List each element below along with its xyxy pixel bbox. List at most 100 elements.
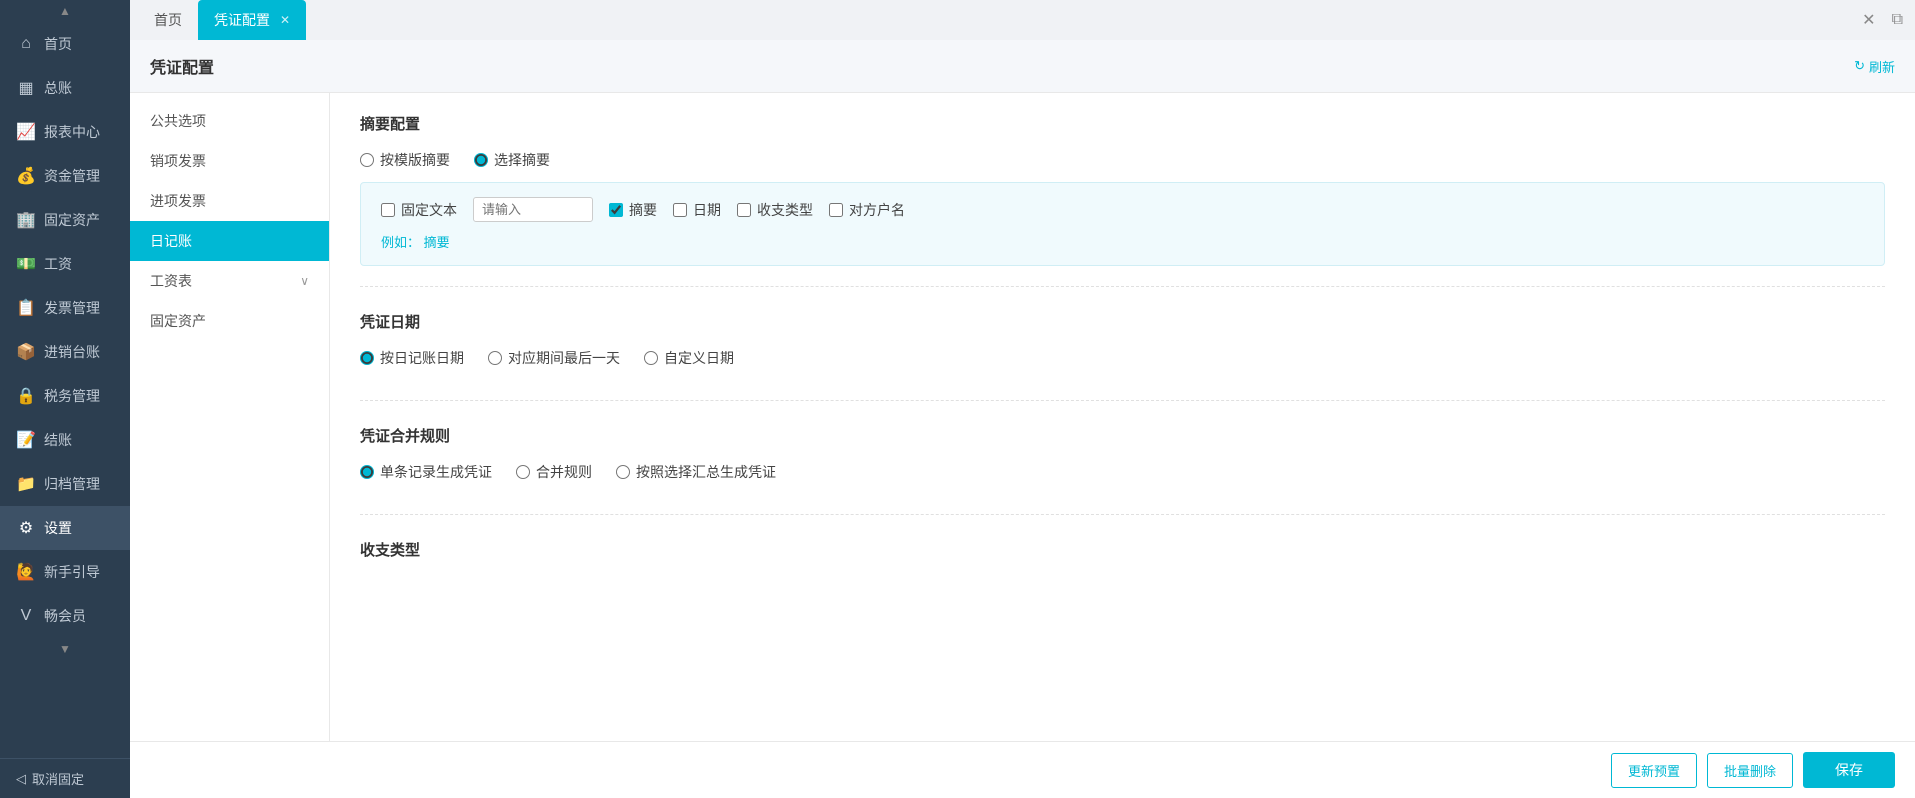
single-record-input[interactable] — [360, 465, 374, 479]
left-nav-journal[interactable]: 日记账 — [130, 221, 329, 261]
tab-close-icon[interactable]: ✕ — [280, 13, 290, 27]
template-abstract-input[interactable] — [360, 153, 374, 167]
batch-delete-button[interactable]: 批量删除 — [1707, 753, 1793, 788]
sidebar-scroll-up[interactable]: ▲ — [0, 0, 130, 22]
sidebar-item-reports[interactable]: 📈 报表中心 — [0, 110, 130, 154]
sidebar-item-label: 首页 — [44, 34, 72, 54]
voucher-date-radio-group: 按日记账日期 对应期间最后一天 自定义日期 — [360, 348, 1885, 368]
sidebar-item-archive[interactable]: 📁 归档管理 — [0, 462, 130, 506]
tab-voucher-config[interactable]: 凭证配置 ✕ — [198, 0, 306, 40]
sidebar-item-purchase-sales[interactable]: 📦 进销台账 — [0, 330, 130, 374]
sidebar-item-invoices[interactable]: 📋 发票管理 — [0, 286, 130, 330]
sidebar-item-label: 畅会员 — [44, 606, 86, 626]
last-day-input[interactable] — [488, 351, 502, 365]
last-day-radio[interactable]: 对应期间最后一天 — [488, 348, 620, 368]
refresh-button[interactable]: ↻ 刷新 — [1854, 57, 1895, 76]
date-checkbox[interactable]: 日期 — [673, 200, 721, 220]
assets-icon: 🏢 — [16, 210, 36, 230]
left-nav-public-options[interactable]: 公共选项 — [130, 101, 329, 141]
sidebar-item-assets[interactable]: 🏢 固定资产 — [0, 198, 130, 242]
sidebar-scroll-down[interactable]: ▼ — [0, 638, 130, 660]
abstract-radio-group: 按模版摘要 选择摘要 — [360, 150, 1885, 170]
sidebar-item-vip[interactable]: V 畅会员 — [0, 594, 130, 638]
tab-home[interactable]: 首页 — [138, 0, 198, 40]
close-accounts-icon: 📝 — [16, 430, 36, 450]
sidebar-item-home[interactable]: ⌂ 首页 — [0, 22, 130, 66]
sidebar-item-ledger[interactable]: ▦ 总账 — [0, 66, 130, 110]
income-type-checkbox-input[interactable] — [737, 203, 751, 217]
sidebar: ▲ ⌂ 首页 ▦ 总账 📈 报表中心 💰 资金管理 🏢 固定资产 💵 工资 📋 … — [0, 0, 130, 798]
example-value: 摘要 — [424, 235, 450, 250]
counterpart-checkbox-input[interactable] — [829, 203, 843, 217]
sidebar-unpin[interactable]: ◁ 取消固定 — [0, 758, 130, 798]
sidebar-item-tax[interactable]: 🔒 税务管理 — [0, 374, 130, 418]
fixed-text-checkbox[interactable]: 固定文本 — [381, 200, 457, 220]
fixed-text-input[interactable] — [473, 197, 593, 222]
left-nav-fixed-assets[interactable]: 固定资产 — [130, 301, 329, 341]
date-label: 日期 — [693, 200, 721, 220]
by-journal-date-input[interactable] — [360, 351, 374, 365]
left-nav-sales-invoice[interactable]: 销项发票 — [130, 141, 329, 181]
reports-icon: 📈 — [16, 122, 36, 142]
sidebar-item-label: 设置 — [44, 518, 72, 538]
tab-actions: ✕ ⧉ — [1858, 6, 1907, 34]
select-merge-radio[interactable]: 按照选择汇总生成凭证 — [616, 462, 776, 482]
archive-icon: 📁 — [16, 474, 36, 494]
merge-rule-input[interactable] — [516, 465, 530, 479]
left-nav-purchase-invoice[interactable]: 进项发票 — [130, 181, 329, 221]
income-type-checkbox[interactable]: 收支类型 — [737, 200, 813, 220]
sidebar-item-label: 税务管理 — [44, 386, 100, 406]
bottom-bar: 更新预置 批量删除 保存 — [130, 741, 1915, 798]
resize-window-button[interactable]: ⧉ — [1888, 6, 1907, 34]
refresh-label: 刷新 — [1869, 57, 1895, 76]
custom-date-input[interactable] — [644, 351, 658, 365]
fixed-text-checkbox-input[interactable] — [381, 203, 395, 217]
settings-icon: ⚙ — [16, 518, 36, 538]
single-record-radio[interactable]: 单条记录生成凭证 — [360, 462, 492, 482]
template-abstract-label: 按模版摘要 — [380, 150, 450, 170]
left-nav-label: 日记账 — [150, 231, 192, 251]
sidebar-item-close[interactable]: 📝 结账 — [0, 418, 130, 462]
invoices-icon: 📋 — [16, 298, 36, 318]
abstract-label: 摘要 — [629, 200, 657, 220]
sidebar-item-settings[interactable]: ⚙ 设置 — [0, 506, 130, 550]
merge-rule-radio[interactable]: 合并规则 — [516, 462, 592, 482]
left-nav-label: 销项发票 — [150, 151, 206, 171]
save-button[interactable]: 保存 — [1803, 752, 1895, 788]
custom-date-label: 自定义日期 — [664, 348, 734, 368]
vip-icon: V — [16, 607, 36, 625]
select-merge-label: 按照选择汇总生成凭证 — [636, 462, 776, 482]
example-label: 例如： — [381, 235, 420, 250]
sidebar-item-label: 归档管理 — [44, 474, 100, 494]
tab-home-label: 首页 — [154, 10, 182, 30]
left-nav-salary-table[interactable]: 工资表 ∨ — [130, 261, 329, 301]
merge-rule-section: 凭证合并规则 单条记录生成凭证 合并规则 按照选择汇总生成凭证 — [360, 425, 1885, 515]
template-abstract-radio[interactable]: 按模版摘要 — [360, 150, 450, 170]
sidebar-item-label: 进销台账 — [44, 342, 100, 362]
chevron-down-icon: ∨ — [300, 274, 309, 288]
update-preset-button[interactable]: 更新预置 — [1611, 753, 1697, 788]
sidebar-item-funds[interactable]: 💰 资金管理 — [0, 154, 130, 198]
guide-icon: 🙋 — [16, 562, 36, 582]
sidebar-item-payroll[interactable]: 💵 工资 — [0, 242, 130, 286]
abstract-checkbox[interactable]: 摘要 — [609, 200, 657, 220]
left-nav-label: 公共选项 — [150, 111, 206, 131]
select-abstract-radio[interactable]: 选择摘要 — [474, 150, 550, 170]
custom-date-radio[interactable]: 自定义日期 — [644, 348, 734, 368]
sidebar-item-label: 发票管理 — [44, 298, 100, 318]
sidebar-item-guide[interactable]: 🙋 新手引导 — [0, 550, 130, 594]
page-body: 凭证配置 ↻ 刷新 公共选项 销项发票 进项发票 日记账 — [130, 40, 1915, 798]
page-title: 凭证配置 — [150, 54, 214, 78]
counterpart-checkbox[interactable]: 对方户名 — [829, 200, 905, 220]
by-journal-date-radio[interactable]: 按日记账日期 — [360, 348, 464, 368]
date-checkbox-input[interactable] — [673, 203, 687, 217]
income-type-title: 收支类型 — [360, 539, 1885, 560]
payroll-icon: 💵 — [16, 254, 36, 274]
abstract-checkbox-input[interactable] — [609, 203, 623, 217]
select-abstract-input[interactable] — [474, 153, 488, 167]
select-merge-input[interactable] — [616, 465, 630, 479]
sidebar-item-label: 总账 — [44, 78, 72, 98]
close-window-button[interactable]: ✕ — [1858, 6, 1879, 34]
single-record-label: 单条记录生成凭证 — [380, 462, 492, 482]
sidebar-item-label: 结账 — [44, 430, 72, 450]
